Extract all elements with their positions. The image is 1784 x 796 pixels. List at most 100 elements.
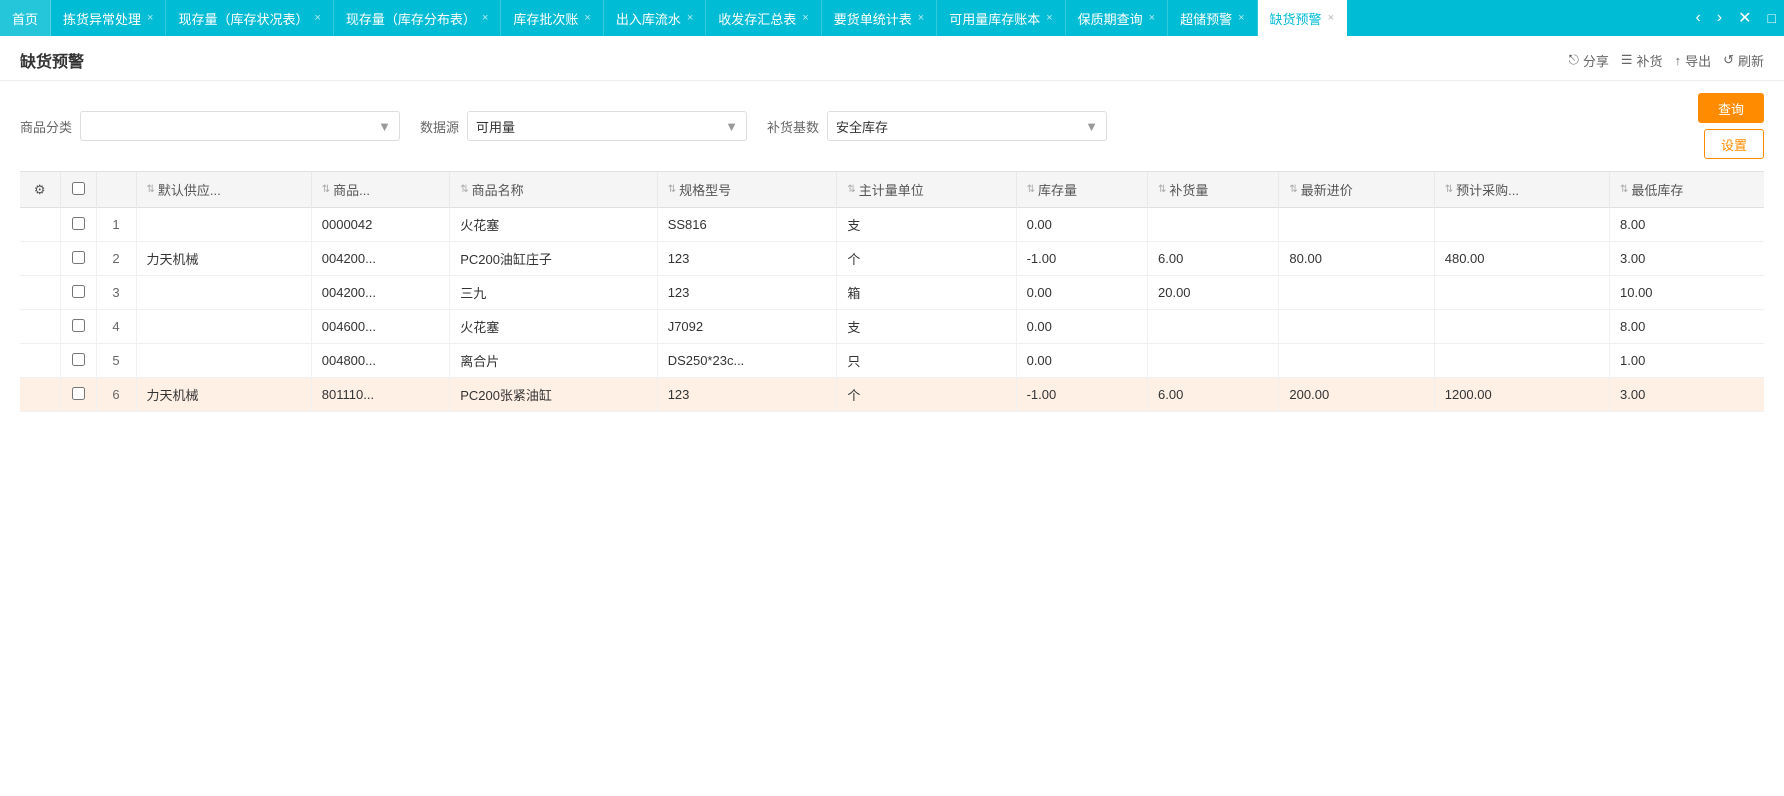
row-latest-price	[1279, 276, 1434, 310]
column-unit[interactable]: ⇅ 主计量单位	[837, 172, 1016, 208]
tab-close-available-ledger[interactable]: ×	[1046, 12, 1052, 24]
table-header-row: ⚙ ⇅ 默认供应... ⇅	[20, 172, 1764, 208]
filter-actions: 查询 设置	[1698, 93, 1764, 159]
table-row: 5004800...离合片DS250*23c...只0.001.00	[20, 344, 1764, 378]
row-checkbox[interactable]	[72, 353, 85, 366]
row-product-code: 004600...	[311, 310, 449, 344]
row-checkbox[interactable]	[72, 285, 85, 298]
column-checkbox	[60, 172, 96, 208]
column-default-supplier[interactable]: ⇅ 默认供应...	[136, 172, 311, 208]
row-checkbox[interactable]	[72, 251, 85, 264]
tab-close-demand-stat[interactable]: ×	[918, 12, 924, 24]
refresh-button[interactable]: ↺ 刷新	[1723, 51, 1764, 70]
tab-restore-button[interactable]: □	[1760, 0, 1784, 36]
tab-close-inventory-dist[interactable]: ×	[482, 12, 488, 24]
row-checkbox[interactable]	[72, 387, 85, 400]
row-default-supplier	[136, 310, 311, 344]
tab-home[interactable]: 首页	[0, 0, 51, 36]
column-latest-price[interactable]: ⇅ 最新进价	[1279, 172, 1434, 208]
sort-icon-10: ⇅	[1620, 184, 1628, 195]
column-estimated-purchase[interactable]: ⇅ 预计采购...	[1434, 172, 1609, 208]
row-actions-cell	[20, 208, 60, 242]
row-stock-qty: 0.00	[1016, 276, 1147, 310]
row-actions-cell	[20, 310, 60, 344]
column-min-stock[interactable]: ⇅ 最低库存	[1610, 172, 1765, 208]
sort-icon-4: ⇅	[668, 184, 676, 195]
row-checkbox[interactable]	[72, 319, 85, 332]
row-latest-price: 80.00	[1279, 242, 1434, 276]
row-unit: 支	[837, 208, 1016, 242]
row-stock-qty: 0.00	[1016, 208, 1147, 242]
category-label: 商品分类	[20, 117, 72, 136]
row-latest-price	[1279, 310, 1434, 344]
replenish-base-select[interactable]: 安全库存 ▼	[827, 111, 1107, 141]
row-replenish-qty: 6.00	[1148, 242, 1279, 276]
row-estimated-purchase	[1434, 344, 1609, 378]
column-replenish-qty[interactable]: ⇅ 补货量	[1148, 172, 1279, 208]
tab-abnormal[interactable]: 拣货异常处理 ×	[51, 0, 166, 36]
row-default-supplier: 力天机械	[136, 378, 311, 412]
row-product-code: 004800...	[311, 344, 449, 378]
category-select[interactable]: ▼	[80, 111, 400, 141]
tab-close-shortage[interactable]: ×	[1328, 12, 1334, 24]
column-stock-qty[interactable]: ⇅ 库存量	[1016, 172, 1147, 208]
row-default-supplier	[136, 208, 311, 242]
chevron-down-icon-2: ▼	[725, 119, 738, 134]
tab-close-inout-flow[interactable]: ×	[687, 12, 693, 24]
tab-close-overstock[interactable]: ×	[1238, 12, 1244, 24]
tab-close-collect-summary[interactable]: ×	[802, 12, 808, 24]
tab-demand-stat[interactable]: 要货单统计表×	[822, 0, 937, 36]
tab-label-collect-summary: 收发存汇总表	[718, 9, 796, 28]
table-row: 2力天机械004200...PC200油缸庄子123个-1.006.0080.0…	[20, 242, 1764, 276]
filter-area: 商品分类 ▼ 数据源 可用量 ▼ 补货基数 安全库存 ▼ 查询 设置	[0, 81, 1784, 171]
tab-expiry-query[interactable]: 保质期查询 ×	[1066, 0, 1168, 36]
column-spec-model[interactable]: ⇅ 规格型号	[657, 172, 837, 208]
export-label: 导出	[1685, 51, 1711, 70]
select-all-checkbox[interactable]	[72, 182, 85, 195]
tab-next-button[interactable]: ›	[1709, 0, 1730, 36]
tab-collect-summary[interactable]: 收发存汇总表 ×	[706, 0, 821, 36]
share-label: 分享	[1583, 51, 1609, 70]
tab-available-ledger[interactable]: 可用量库存账本×	[937, 0, 1065, 36]
tab-close-abnormal[interactable]: ×	[147, 12, 153, 24]
tab-inout-flow[interactable]: 出入库流水×	[604, 0, 706, 36]
chevron-down-icon-3: ▼	[1085, 119, 1098, 134]
tab-close-expiry-query[interactable]: ×	[1149, 12, 1155, 24]
row-latest-price: 200.00	[1279, 378, 1434, 412]
col-label-estimated-purchase: 预计采购...	[1456, 180, 1519, 199]
table-row: 6力天机械801110...PC200张紧油缸123个-1.006.00200.…	[20, 378, 1764, 412]
column-product-name[interactable]: ⇅ 商品名称	[450, 172, 658, 208]
datasource-filter-group: 数据源 可用量 ▼	[420, 111, 747, 141]
tab-overstock[interactable]: 超储预警×	[1168, 0, 1257, 36]
column-product-code[interactable]: ⇅ 商品...	[311, 172, 449, 208]
tab-inventory-status[interactable]: 现存量（库存状况表） ×	[166, 0, 333, 36]
gear-icon: ⚙	[34, 182, 46, 198]
tab-close-inventory-status[interactable]: ×	[314, 12, 320, 24]
export-button[interactable]: ↑ 导出	[1675, 51, 1712, 70]
tab-shortage[interactable]: 缺货预警×	[1258, 0, 1347, 36]
row-spec-model: 123	[657, 242, 837, 276]
query-button[interactable]: 查询	[1698, 93, 1764, 123]
tab-prev-button[interactable]: ‹	[1687, 0, 1708, 36]
settings-button[interactable]: 设置	[1704, 129, 1764, 159]
sort-icon-2: ⇅	[322, 184, 330, 195]
tab-label-inventory-status: 现存量（库存状况表）	[178, 9, 308, 28]
tab-label-abnormal: 拣货异常处理	[63, 9, 141, 28]
row-spec-model: J7092	[657, 310, 837, 344]
row-checkbox-cell	[60, 344, 96, 378]
tab-close-all-button[interactable]: ✕	[1730, 0, 1759, 36]
column-settings[interactable]: ⚙	[20, 172, 60, 208]
row-checkbox-cell	[60, 310, 96, 344]
tab-batch-account[interactable]: 库存批次账×	[501, 0, 603, 36]
row-replenish-qty	[1148, 344, 1279, 378]
row-checkbox-cell	[60, 242, 96, 276]
tab-close-batch-account[interactable]: ×	[584, 12, 590, 24]
datasource-select[interactable]: 可用量 ▼	[467, 111, 747, 141]
row-checkbox[interactable]	[72, 217, 85, 230]
tab-label-expiry-query: 保质期查询	[1078, 9, 1143, 28]
chevron-down-icon: ▼	[378, 119, 391, 134]
share-button[interactable]: ⎋ 分享	[1569, 51, 1609, 70]
sort-icon-5: ⇅	[847, 184, 855, 195]
replenish-button[interactable]: ☰ 补货	[1621, 51, 1663, 70]
tab-inventory-dist[interactable]: 现存量（库存分布表）×	[334, 0, 501, 36]
